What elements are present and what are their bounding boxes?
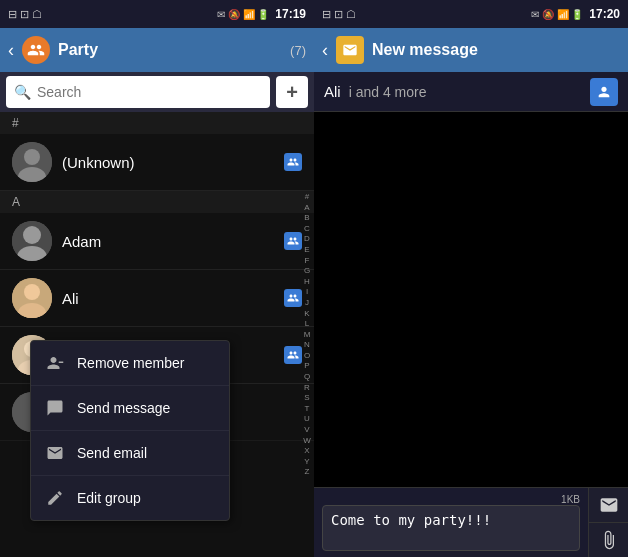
- right-status-icons: ⊟ ⊡ ☖: [322, 8, 356, 21]
- section-a: A: [0, 191, 314, 213]
- email-icon: [45, 443, 65, 463]
- send-email-menu-item[interactable]: Send email: [31, 431, 229, 476]
- message-icon: [45, 398, 65, 418]
- list-item[interactable]: Adam: [0, 213, 314, 270]
- message-area: [314, 112, 628, 487]
- send-actions: [588, 488, 628, 557]
- send-email-label: Send email: [77, 445, 147, 461]
- new-message-title: New message: [372, 41, 478, 59]
- back-button[interactable]: ‹: [8, 40, 14, 61]
- left-top-bar: ‹ Party (7): [0, 28, 314, 72]
- right-status-time: 17:20: [589, 7, 620, 21]
- contact-name: Ali: [62, 290, 274, 307]
- avatar: [12, 221, 52, 261]
- attach-button[interactable]: [589, 523, 628, 557]
- svg-point-4: [23, 226, 41, 244]
- search-input[interactable]: [37, 84, 262, 100]
- bottom-bar: 1KB: [314, 487, 628, 557]
- to-value: i and 4 more: [349, 84, 582, 100]
- avatar: [12, 142, 52, 182]
- send-button[interactable]: [589, 488, 628, 523]
- message-input[interactable]: [322, 505, 580, 551]
- left-status-time: 17:19: [275, 7, 306, 21]
- svg-point-7: [24, 284, 40, 300]
- list-item[interactable]: Ali: [0, 270, 314, 327]
- alpha-sidebar: # A B C D E F G H I J K L M N O P Q R S …: [300, 112, 314, 557]
- add-button[interactable]: +: [276, 76, 308, 108]
- new-message-icon: [336, 36, 364, 64]
- contact-name: (Unknown): [62, 154, 274, 171]
- to-label: Ali: [324, 83, 341, 100]
- right-status-right-icons: ✉ 🔕 📶 🔋: [531, 9, 583, 20]
- edit-group-menu-item[interactable]: Edit group: [31, 476, 229, 520]
- edit-group-label: Edit group: [77, 490, 141, 506]
- party-avatar: [22, 36, 50, 64]
- char-count: 1KB: [322, 494, 580, 505]
- svg-point-1: [24, 149, 40, 165]
- right-panel: ⊟ ⊡ ☖ ✉ 🔕 📶 🔋 17:20 ‹ New message Ali i …: [314, 0, 628, 557]
- edit-icon: [45, 488, 65, 508]
- right-top-bar: ‹ New message: [314, 28, 628, 72]
- remove-member-label: Remove member: [77, 355, 184, 371]
- search-icon: 🔍: [14, 84, 31, 100]
- remove-icon: [45, 353, 65, 373]
- left-status-bar: ⊟ ⊡ ☖ ✉ 🔕 📶 🔋 17:19: [0, 0, 314, 28]
- section-hash: #: [0, 112, 314, 134]
- left-panel: ⊟ ⊡ ☖ ✉ 🔕 📶 🔋 17:19 ‹ Party (7) 🔍 + #: [0, 0, 314, 557]
- right-status-bar: ⊟ ⊡ ☖ ✉ 🔕 📶 🔋 17:20: [314, 0, 628, 28]
- to-contact-icon[interactable]: [590, 78, 618, 106]
- context-menu: Remove member Send message Send email: [30, 340, 230, 521]
- avatar: [12, 278, 52, 318]
- left-status-right-icons: ✉ 🔕 📶 🔋: [217, 9, 269, 20]
- contact-name: Adam: [62, 233, 274, 250]
- list-item[interactable]: (Unknown): [0, 134, 314, 191]
- to-field: Ali i and 4 more: [314, 72, 628, 112]
- party-count: (7): [290, 43, 306, 58]
- left-status-icons: ⊟ ⊡ ☖: [8, 8, 42, 21]
- search-bar: 🔍 +: [0, 72, 314, 112]
- message-input-wrap: 1KB: [314, 488, 588, 557]
- send-message-label: Send message: [77, 400, 170, 416]
- send-message-menu-item[interactable]: Send message: [31, 386, 229, 431]
- search-input-wrap: 🔍: [6, 76, 270, 108]
- party-title: Party: [58, 41, 282, 59]
- remove-member-menu-item[interactable]: Remove member: [31, 341, 229, 386]
- right-back-button[interactable]: ‹: [322, 40, 328, 61]
